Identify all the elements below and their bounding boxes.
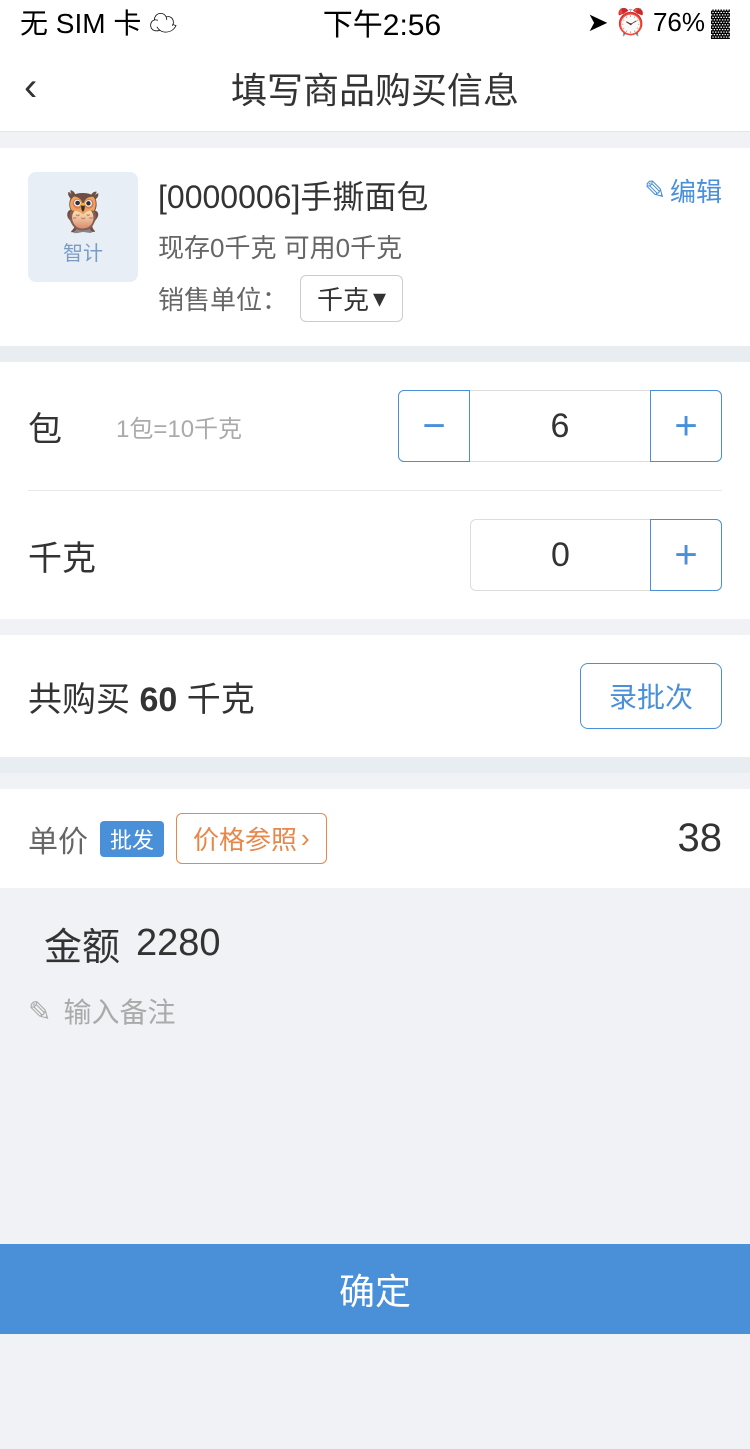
edit-button[interactable]: ✎ 编辑 bbox=[644, 172, 722, 209]
remark-icon: ✎ bbox=[28, 995, 51, 1028]
bao-row: 包 1包=10千克 − + bbox=[28, 362, 722, 491]
edit-icon: ✎ bbox=[644, 175, 666, 206]
product-thumbnail: 🦉 智计 bbox=[28, 172, 138, 282]
price-ref-arrow-icon: › bbox=[301, 823, 310, 854]
product-unit-row: 销售单位： 千克 ▾ bbox=[158, 275, 722, 322]
summary-section: 共购买 60 千克 录批次 bbox=[0, 635, 750, 757]
price-value: 38 bbox=[678, 816, 723, 861]
alarm-icon: ⏰ bbox=[615, 7, 647, 38]
status-left: 无 SIM 卡 ☁ bbox=[20, 2, 177, 42]
bao-plus-button[interactable]: + bbox=[650, 390, 722, 462]
battery-icon: ▓ bbox=[711, 7, 730, 38]
summary-quantity: 60 bbox=[139, 681, 177, 719]
page-title: 填写商品购买信息 bbox=[231, 62, 519, 114]
bao-input-control: − + bbox=[398, 390, 722, 462]
status-time: 下午2:56 bbox=[323, 0, 441, 44]
unit-value: 千克 bbox=[317, 280, 369, 317]
remark-placeholder: 输入备注 bbox=[63, 991, 175, 1031]
confirm-button[interactable]: 确定 bbox=[0, 1244, 750, 1334]
status-right: ➤ ⏰ 76% ▓ bbox=[587, 7, 730, 38]
back-button[interactable]: ‹ bbox=[24, 65, 37, 110]
kg-plus-button[interactable]: + bbox=[650, 519, 722, 591]
summary-unit: 千克 bbox=[187, 681, 255, 719]
product-info: [0000006]手撕面包 ✎ 编辑 现存0千克 可用0千克 销售单位： 千克 … bbox=[158, 172, 722, 322]
nav-bar: ‹ 填写商品购买信息 bbox=[0, 44, 750, 132]
price-ref-label: 价格参照 bbox=[193, 820, 297, 857]
bao-hint: 1包=10千克 bbox=[116, 409, 242, 444]
kg-input-control: + bbox=[470, 519, 722, 591]
unit-row-label: 销售单位： bbox=[158, 280, 288, 317]
product-stock: 现存0千克 可用0千克 bbox=[158, 228, 722, 265]
product-card: 🦉 智计 [0000006]手撕面包 ✎ 编辑 现存0千克 可用0千克 销售单位… bbox=[0, 148, 750, 346]
summary-prefix: 共购买 bbox=[28, 681, 139, 719]
unit-select[interactable]: 千克 ▾ bbox=[300, 275, 403, 322]
thumb-label: 智计 bbox=[63, 237, 103, 266]
kg-row: 千克 + bbox=[28, 491, 722, 619]
amount-value: 2280 bbox=[136, 922, 221, 965]
remark-row[interactable]: ✎ 输入备注 bbox=[28, 991, 722, 1031]
divider-2 bbox=[0, 757, 750, 773]
amount-label: 金额 bbox=[44, 916, 120, 971]
bao-minus-button[interactable]: − bbox=[398, 390, 470, 462]
sim-label: 无 SIM 卡 ☁ bbox=[20, 2, 177, 42]
status-bar: 无 SIM 卡 ☁ 下午2:56 ➤ ⏰ 76% ▓ bbox=[0, 0, 750, 44]
summary-text: 共购买 60 千克 bbox=[28, 672, 580, 721]
bao-label: 包 bbox=[28, 402, 108, 451]
record-batch-button[interactable]: 录批次 bbox=[580, 663, 722, 729]
quantity-section: 包 1包=10千克 − + 千克 + bbox=[0, 362, 750, 619]
kg-quantity-input[interactable] bbox=[470, 519, 650, 591]
chevron-down-icon: ▾ bbox=[373, 283, 386, 314]
price-ref-button[interactable]: 价格参照 › bbox=[176, 813, 327, 864]
price-section: 单价 批发 价格参照 › 38 bbox=[0, 789, 750, 888]
owl-icon: 🦉 bbox=[58, 188, 108, 235]
amount-section: 金额 2280 ✎ 输入备注 bbox=[0, 888, 750, 1059]
edit-label: 编辑 bbox=[670, 172, 722, 209]
price-label: 单价 bbox=[28, 817, 88, 861]
battery-level: 76% bbox=[653, 7, 705, 38]
location-icon: ➤ bbox=[587, 7, 609, 38]
divider-1 bbox=[0, 346, 750, 362]
bao-quantity-input[interactable] bbox=[470, 390, 650, 462]
kg-label: 千克 bbox=[28, 531, 108, 580]
amount-row: 金额 2280 bbox=[28, 916, 722, 971]
confirm-label: 确定 bbox=[339, 1263, 411, 1315]
batch-tag: 批发 bbox=[100, 821, 164, 857]
product-name: [0000006]手撕面包 bbox=[158, 172, 428, 218]
